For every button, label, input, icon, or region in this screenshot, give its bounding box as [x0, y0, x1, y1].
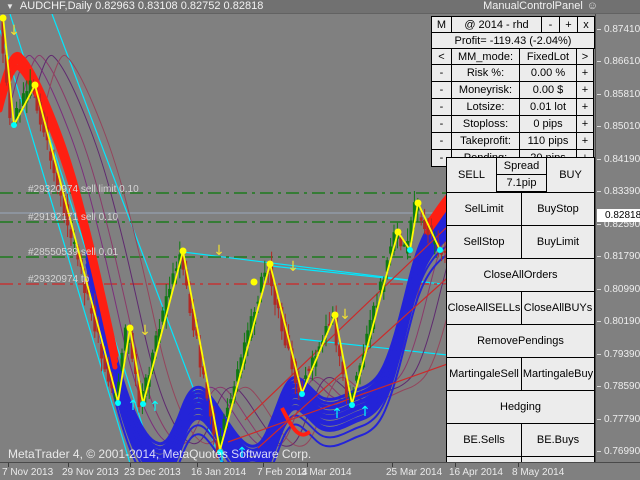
- price-tick-label: 0.81790: [596, 251, 640, 263]
- sell-stop-button[interactable]: SellStop: [446, 225, 522, 259]
- svg-text:↓: ↓: [139, 323, 151, 339]
- lotsize-label: Lotsize:: [451, 98, 520, 116]
- stoploss-increase-button[interactable]: +: [576, 115, 594, 133]
- close-all-sells-button[interactable]: CloseAllSELLs: [446, 291, 522, 325]
- date-tick-label: 25 Mar 2014: [386, 467, 443, 478]
- moneyrisk-increase-button[interactable]: +: [576, 81, 594, 99]
- date-tick-label: 23 Dec 2013: [124, 467, 181, 478]
- martingale-sell-button[interactable]: MartingaleSell: [446, 357, 522, 391]
- price-tick-label: 0.86610: [596, 56, 640, 68]
- close-all-orders-button[interactable]: CloseAllOrders: [446, 258, 595, 292]
- profit-display: Profit= -119.43 (-2.04%): [431, 32, 595, 49]
- sell-button[interactable]: SELL: [446, 157, 497, 193]
- risk-label: Risk %:: [451, 64, 520, 82]
- svg-text:↑: ↑: [359, 404, 371, 420]
- price-tick-label: 0.76990: [596, 446, 640, 458]
- price-tick-label: 0.84190: [596, 154, 640, 166]
- moneyrisk-label: Moneyrisk:: [451, 81, 520, 99]
- panel-minimize-button[interactable]: -: [541, 16, 560, 33]
- risk-increase-button[interactable]: +: [576, 64, 594, 82]
- takeprofit-increase-button[interactable]: +: [576, 132, 594, 150]
- order-label-sell-1: #29192171 sell 0.10: [28, 212, 119, 223]
- price-tick-label: 0.87410: [596, 24, 640, 36]
- date-tick-label: 16 Apr 2014: [449, 467, 503, 478]
- stoploss-decrease-button[interactable]: -: [431, 115, 452, 133]
- buy-stop-button[interactable]: BuyStop: [521, 192, 595, 226]
- remove-pendings-button[interactable]: RemovePendings: [446, 324, 595, 358]
- lotsize-increase-button[interactable]: +: [576, 98, 594, 116]
- date-tick-label: 29 Nov 2013: [62, 467, 119, 478]
- order-label-sell-limit: #29320974 sell limit 0.10: [28, 184, 139, 195]
- stoploss-value: 0 pips: [519, 115, 577, 133]
- mm-mode-label: MM_mode:: [451, 48, 520, 65]
- mm-mode-next-button[interactable]: >: [576, 48, 594, 65]
- spread-value: 7.1pip: [496, 174, 547, 192]
- moneyrisk-value: 0.00 $: [519, 81, 577, 99]
- stoploss-label: Stoploss:: [451, 115, 520, 133]
- panel-settings-section: M @ 2014 - rhd - + x Profit= -119.43 (-2…: [431, 16, 595, 167]
- time-axis[interactable]: 7 Nov 2013 29 Nov 2013 23 Dec 2013 16 Jan 2…: [0, 462, 640, 480]
- takeprofit-value: 110 pips: [519, 132, 577, 150]
- sell-limit-button[interactable]: SelLimit: [446, 192, 522, 226]
- price-tick-label: 0.78590: [596, 381, 640, 393]
- mm-mode-value: FixedLot: [519, 48, 577, 65]
- panel-title-bar[interactable]: @ 2014 - rhd: [451, 16, 542, 33]
- buy-limit-button[interactable]: BuyLimit: [521, 225, 595, 259]
- price-tick-label: 0.85010: [596, 121, 640, 133]
- panel-close-button[interactable]: x: [577, 16, 595, 33]
- svg-text:↑: ↑: [127, 398, 139, 414]
- risk-value: 0.00 %: [519, 64, 577, 82]
- svg-text:↓: ↓: [339, 307, 351, 323]
- date-tick-label: 7 Nov 2013: [2, 467, 54, 478]
- spread-label: Spread: [496, 157, 547, 175]
- panel-maximize-button[interactable]: +: [559, 16, 578, 33]
- martingale-buy-button[interactable]: MartingaleBuy: [521, 357, 595, 391]
- svg-text:↓: ↓: [213, 243, 225, 259]
- lotsize-value: 0.01 lot: [519, 98, 577, 116]
- price-tick-label: 0.85810: [596, 89, 640, 101]
- price-tick-label: 0.77790: [596, 414, 640, 426]
- mm-mode-prev-button[interactable]: <: [431, 48, 452, 65]
- current-price-badge: 0.82818: [597, 209, 640, 222]
- svg-text:↓: ↓: [287, 259, 299, 275]
- order-label-tp: #29320974 tp: [28, 274, 90, 285]
- date-tick-label: 8 May 2014: [512, 467, 565, 478]
- metatrader-watermark: MetaTrader 4, © 2001-2014, MetaQuotes So…: [8, 447, 312, 461]
- price-tick-label: 0.80990: [596, 284, 640, 296]
- date-tick-label: 16 Jan 2014: [191, 467, 247, 478]
- close-all-buys-button[interactable]: CloseAllBUYs: [521, 291, 595, 325]
- moneyrisk-decrease-button[interactable]: -: [431, 81, 452, 99]
- takeprofit-label: Takeprofit:: [451, 132, 520, 150]
- svg-text:↓: ↓: [8, 23, 20, 39]
- svg-text:↑: ↑: [331, 406, 343, 422]
- panel-buttons-section: SELL Spread 7.1pip BUY SelLimit BuyStop …: [446, 157, 595, 480]
- be-buys-button[interactable]: BE.Buys: [521, 423, 595, 457]
- mt4-chart-window: ↓ ↓ ↓ ↓ ↓ ↑ ↑ ↑ ↑ ↑ ↑ #29320974 sell limit 0.10 #2…: [0, 0, 640, 480]
- svg-text:↑: ↑: [149, 399, 161, 415]
- panel-m-button[interactable]: M: [431, 16, 452, 33]
- takeprofit-decrease-button[interactable]: -: [431, 132, 452, 150]
- buy-button[interactable]: BUY: [546, 157, 595, 193]
- price-axis[interactable]: 0.87410 0.86610 0.85810 0.85010 0.84190 0.833…: [595, 14, 640, 462]
- date-tick-label: 3 Mar 2014: [301, 467, 352, 478]
- price-tick-label: 0.79390: [596, 349, 640, 361]
- order-label-sell-2: #28550539 sell 0.01: [28, 247, 119, 258]
- hedging-button[interactable]: Hedging: [446, 390, 595, 424]
- risk-decrease-button[interactable]: -: [431, 64, 452, 82]
- be-sells-button[interactable]: BE.Sells: [446, 423, 522, 457]
- price-tick-label: 0.83390: [596, 186, 640, 198]
- lotsize-decrease-button[interactable]: -: [431, 98, 452, 116]
- price-tick-label: 0.80190: [596, 316, 640, 328]
